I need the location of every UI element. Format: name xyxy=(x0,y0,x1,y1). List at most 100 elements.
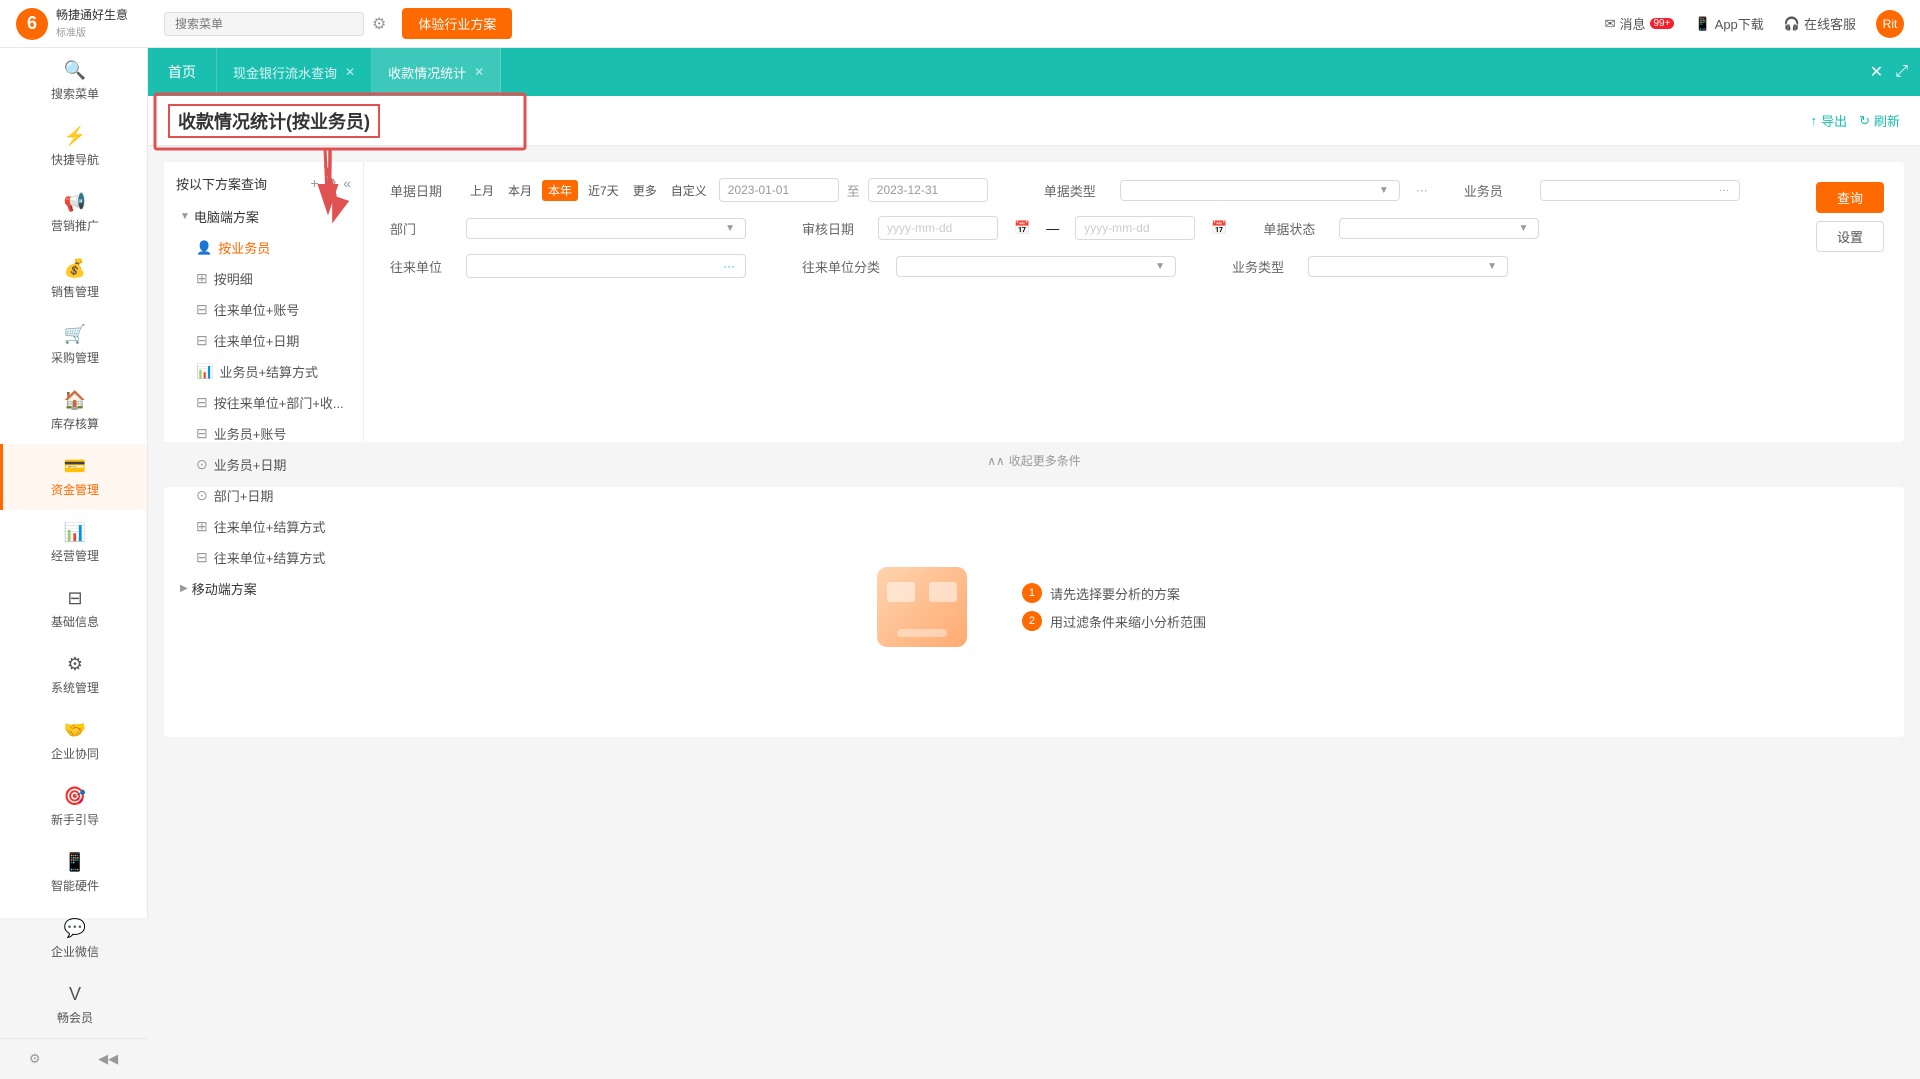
shortcut-custom[interactable]: 自定义 xyxy=(667,180,711,201)
scheme-item-dept-date-label: 部门+日期 xyxy=(214,486,274,505)
scheme-item-dept-date[interactable]: ⊙ 部门+日期 xyxy=(172,480,363,511)
mobile-group-title: 移动端方案 xyxy=(192,579,257,598)
salesperson-select[interactable]: ··· xyxy=(1540,180,1740,201)
settings-bottom-icon[interactable]: ⚙ xyxy=(29,1051,41,1067)
form-row-counterpart: 往来单位 ··· 往来单位分类 ▼ 业务类型 xyxy=(390,254,1888,278)
trial-button[interactable]: 体验行业方案 xyxy=(402,8,512,39)
sidebar-item-wechat[interactable]: 💬 企业微信 xyxy=(0,906,147,972)
scheme-panel: 按以下方案查询 + ⚙ « ▼ 电脑端方案 xyxy=(164,162,364,442)
logo-icon: 6 xyxy=(16,8,48,40)
message-label: 消息 xyxy=(1619,14,1645,33)
review-date-icon1[interactable]: 📅 xyxy=(1014,220,1030,236)
settings-button[interactable]: 设置 xyxy=(1816,221,1884,252)
counterpart-more-icon[interactable]: ··· xyxy=(723,259,735,273)
refresh-button[interactable]: ↻ 刷新 xyxy=(1859,111,1900,130)
date-start-input[interactable] xyxy=(719,178,839,202)
tab-expand-icon[interactable]: ⤢ xyxy=(1895,63,1908,81)
scheme-item-unit-dept[interactable]: ⊟ 按往来单位+部门+收... xyxy=(172,387,363,418)
scheme-item-unit-date[interactable]: ⊟ 往来单位+日期 xyxy=(172,325,363,356)
query-button[interactable]: 查询 xyxy=(1816,182,1884,213)
counterpart-select[interactable]: ··· xyxy=(466,254,746,278)
sidebar-item-basic[interactable]: ⊟ 基础信息 xyxy=(0,576,147,642)
sidebar-item-sales[interactable]: 💰 销售管理 xyxy=(0,246,147,312)
user-avatar[interactable]: Rit xyxy=(1876,10,1904,38)
sidebar-item-purchase[interactable]: 🛒 采购管理 xyxy=(0,312,147,378)
review-date-end[interactable] xyxy=(1075,216,1195,240)
sidebar-label-sales: 销售管理 xyxy=(51,283,99,300)
sales-settle-icon: 📊 xyxy=(196,363,213,380)
sidebar-item-search[interactable]: 🔍 搜索菜单 xyxy=(0,48,147,114)
scheme-item-unit-settle2-label: 往来单位+结算方式 xyxy=(214,548,326,567)
tab-bankflow[interactable]: 现金银行流水查询 ✕ xyxy=(217,48,372,96)
online-service-item[interactable]: 🎧 在线客服 xyxy=(1784,14,1856,33)
scheme-item-sales-settle[interactable]: 📊 业务员+结算方式 xyxy=(172,356,363,387)
add-scheme-icon[interactable]: + xyxy=(310,175,318,192)
tab-collection-close[interactable]: ✕ xyxy=(474,65,484,79)
date-field: 上月 本月 本年 近7天 更多 自定义 至 xyxy=(466,178,988,202)
shortcut-7days[interactable]: 近7天 xyxy=(584,180,623,201)
scheme-item-unit-settle1[interactable]: ⊞ 往来单位+结算方式 xyxy=(172,511,363,542)
sidebar-item-hardware[interactable]: 📱 智能硬件 xyxy=(0,840,147,906)
sidebar-item-enterprise[interactable]: 🤝 企业协同 xyxy=(0,708,147,774)
tab-bankflow-close[interactable]: ✕ xyxy=(345,65,355,79)
collapse-bar[interactable]: ∧∧ 收起更多条件 xyxy=(164,442,1904,479)
desktop-scheme-group: ▼ 电脑端方案 👤 按业务员 ⊞ 按明细 ⊟ xyxy=(164,201,363,573)
sidebar-item-member[interactable]: V 畅会员 xyxy=(0,972,147,1038)
business-type-select[interactable]: ▼ xyxy=(1308,256,1508,277)
tab-collection[interactable]: 收款情况统计 ✕ xyxy=(372,48,501,96)
sidebar-item-marketing[interactable]: 📢 营销推广 xyxy=(0,180,147,246)
app-download-item[interactable]: 📱 App下载 xyxy=(1694,14,1763,33)
scheme-item-sales-account[interactable]: ⊟ 业务员+账号 xyxy=(172,418,363,449)
scheme-panel-header: 按以下方案查询 + ⚙ « xyxy=(164,174,363,201)
shortcut-this-month[interactable]: 本月 xyxy=(504,180,536,201)
collapse-scheme-icon[interactable]: « xyxy=(343,175,351,192)
review-date-start[interactable] xyxy=(878,216,998,240)
scheme-item-salesperson[interactable]: 👤 按业务员 xyxy=(172,232,363,263)
sidebar-item-operation[interactable]: 📊 经营管理 xyxy=(0,510,147,576)
scheme-item-unit-account[interactable]: ⊟ 往来单位+账号 xyxy=(172,294,363,325)
voucher-type-more[interactable]: ··· xyxy=(1416,183,1428,197)
search-icon: 🔍 xyxy=(64,60,86,81)
form-row-date: 单据日期 上月 本月 本年 近7天 更多 自定义 至 xyxy=(390,178,1888,202)
top-search-area: ⚙ 体验行业方案 xyxy=(164,8,1605,39)
shortcut-this-year[interactable]: 本年 xyxy=(542,180,578,201)
dept-select[interactable]: ▼ xyxy=(466,218,746,239)
shortcut-more[interactable]: 更多 xyxy=(629,180,661,201)
settings-scheme-icon[interactable]: ⚙ xyxy=(325,175,338,192)
sidebar-label-marketing: 营销推广 xyxy=(51,217,99,234)
sidebar-item-system[interactable]: ⚙ 系统管理 xyxy=(0,642,147,708)
voucher-type-arrow: ▼ xyxy=(1379,185,1389,196)
message-item[interactable]: ✉ 消息 99+ xyxy=(1605,14,1675,33)
sidebar-item-newbie[interactable]: 🎯 新手引导 xyxy=(0,774,147,840)
scheme-item-sales-settle-label: 业务员+结算方式 xyxy=(219,362,318,381)
export-button[interactable]: ↑ 导出 xyxy=(1811,111,1848,130)
sidebar-item-nav[interactable]: ⚡ 快捷导航 xyxy=(0,114,147,180)
hardware-icon: 📱 xyxy=(64,852,86,873)
date-end-input[interactable] xyxy=(868,178,988,202)
date-shortcuts: 上月 本月 本年 近7天 更多 自定义 xyxy=(466,180,711,201)
review-date-icon2[interactable]: 📅 xyxy=(1211,220,1227,236)
scheme-item-detail[interactable]: ⊞ 按明细 xyxy=(172,263,363,294)
wechat-icon: 💬 xyxy=(64,918,86,939)
sidebar-item-inventory[interactable]: 🏠 库存核算 xyxy=(0,378,147,444)
desktop-group-header[interactable]: ▼ 电脑端方案 xyxy=(172,201,363,232)
counterpart-category-select[interactable]: ▼ xyxy=(896,256,1176,277)
shortcut-last-month[interactable]: 上月 xyxy=(466,180,498,201)
gear-icon[interactable]: ⚙ xyxy=(372,14,386,34)
voucher-type-select[interactable]: ▼ xyxy=(1120,180,1400,201)
sidebar-label-operation: 经营管理 xyxy=(51,547,99,564)
voucher-status-select[interactable]: ▼ xyxy=(1339,218,1539,239)
collapse-sidebar-icon[interactable]: ◀◀ xyxy=(98,1051,118,1067)
tab-home[interactable]: 首页 xyxy=(148,48,217,96)
sidebar-item-finance[interactable]: 💳 资金管理 xyxy=(0,444,147,510)
detail-scheme-icon: ⊞ xyxy=(196,270,208,287)
scheme-item-unit-settle2[interactable]: ⊟ 往来单位+结算方式 xyxy=(172,542,363,573)
scheme-item-sales-date[interactable]: ⊙ 业务员+日期 xyxy=(172,449,363,480)
mobile-group-header[interactable]: ▶ 移动端方案 xyxy=(172,573,363,604)
tab-close-all-icon[interactable]: ✕ xyxy=(1870,62,1883,82)
top-search-input[interactable] xyxy=(164,12,364,36)
scheme-item-sales-account-label: 业务员+账号 xyxy=(214,424,287,443)
main-content: 按以下方案查询 + ⚙ « ▼ 电脑端方案 xyxy=(148,146,1920,918)
scheme-item-salesperson-label: 按业务员 xyxy=(218,238,270,257)
empty-step-2: 2 用过滤条件来缩小分析范围 xyxy=(1022,611,1206,631)
